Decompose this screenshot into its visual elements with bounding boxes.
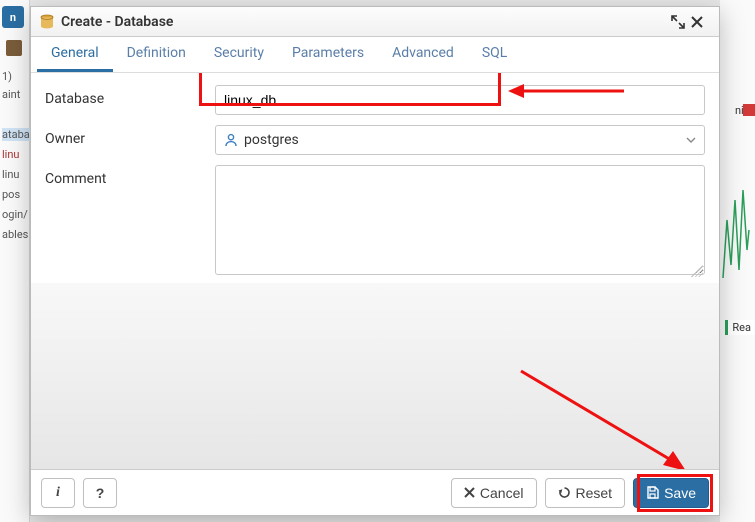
reset-label: Reset bbox=[576, 485, 613, 501]
tab-label: Definition bbox=[127, 45, 186, 61]
app-logo-fragment: n bbox=[2, 6, 24, 28]
help-icon: ? bbox=[96, 485, 105, 501]
tab-sql[interactable]: SQL bbox=[468, 37, 521, 72]
dialog-title: Create - Database bbox=[61, 14, 671, 30]
tree-item: pos bbox=[2, 188, 20, 201]
cancel-label: Cancel bbox=[480, 485, 524, 501]
owner-value: postgres bbox=[244, 132, 299, 148]
expand-icon[interactable] bbox=[671, 15, 691, 29]
tree-item: ables bbox=[2, 228, 28, 241]
close-icon[interactable] bbox=[691, 16, 711, 28]
dialog-footer: i ? Cancel Reset Save bbox=[31, 469, 719, 515]
save-label: Save bbox=[664, 485, 696, 501]
tree-item: linu bbox=[2, 148, 20, 161]
tab-label: Advanced bbox=[392, 45, 454, 61]
tab-general[interactable]: General bbox=[37, 37, 113, 72]
label-owner: Owner bbox=[45, 125, 215, 147]
tab-parameters[interactable]: Parameters bbox=[278, 37, 378, 72]
chart-bar-fragment bbox=[743, 104, 755, 116]
tab-security[interactable]: Security bbox=[200, 37, 278, 72]
annotation-arrow-save bbox=[511, 363, 701, 483]
form-panel: Database Owner postgres Comment bbox=[31, 73, 719, 283]
row-owner: Owner postgres bbox=[45, 125, 705, 155]
browser-tree-fragment: n 1) aint ataba linu linu pos ogin/ able… bbox=[0, 0, 30, 522]
legend-fragment: Rea bbox=[725, 320, 755, 335]
help-button[interactable]: ? bbox=[83, 478, 117, 508]
tree-db-icon bbox=[6, 40, 22, 56]
tab-label: General bbox=[51, 45, 99, 61]
info-icon: i bbox=[56, 485, 60, 501]
info-button[interactable]: i bbox=[41, 478, 75, 508]
chart-line-fragment bbox=[721, 180, 751, 280]
dialog-titlebar[interactable]: Create - Database bbox=[31, 7, 719, 37]
chevron-down-icon bbox=[686, 135, 696, 145]
row-comment: Comment bbox=[45, 165, 705, 279]
tab-label: SQL bbox=[482, 45, 507, 61]
cancel-button[interactable]: Cancel bbox=[451, 478, 537, 508]
dashboard-fragment: nits Rea bbox=[720, 0, 755, 522]
tab-definition[interactable]: Definition bbox=[113, 37, 200, 72]
tree-item: linu bbox=[2, 168, 20, 181]
tab-label: Parameters bbox=[292, 45, 364, 61]
database-icon bbox=[39, 14, 55, 30]
label-comment: Comment bbox=[45, 165, 215, 187]
tree-item: 1) bbox=[2, 70, 12, 83]
reset-button[interactable]: Reset bbox=[545, 478, 626, 508]
row-database: Database bbox=[45, 85, 705, 115]
dialog-tabs: General Definition Security Parameters A… bbox=[31, 37, 719, 73]
tab-label: Security bbox=[214, 45, 264, 61]
form-empty-area bbox=[31, 283, 719, 469]
save-icon bbox=[646, 486, 659, 499]
reset-icon bbox=[558, 486, 571, 499]
save-button[interactable]: Save bbox=[633, 478, 709, 508]
tab-advanced[interactable]: Advanced bbox=[378, 37, 468, 72]
label-database: Database bbox=[45, 85, 215, 107]
close-icon bbox=[464, 487, 475, 498]
comment-textarea[interactable] bbox=[215, 165, 705, 275]
tree-item: ataba bbox=[2, 128, 31, 141]
user-icon bbox=[224, 133, 238, 147]
create-database-dialog: Create - Database General Definition Sec… bbox=[30, 6, 720, 516]
owner-select[interactable]: postgres bbox=[215, 125, 705, 155]
tree-item: ogin/ bbox=[2, 208, 28, 221]
tree-item: aint bbox=[2, 88, 20, 101]
database-input[interactable] bbox=[215, 85, 705, 115]
